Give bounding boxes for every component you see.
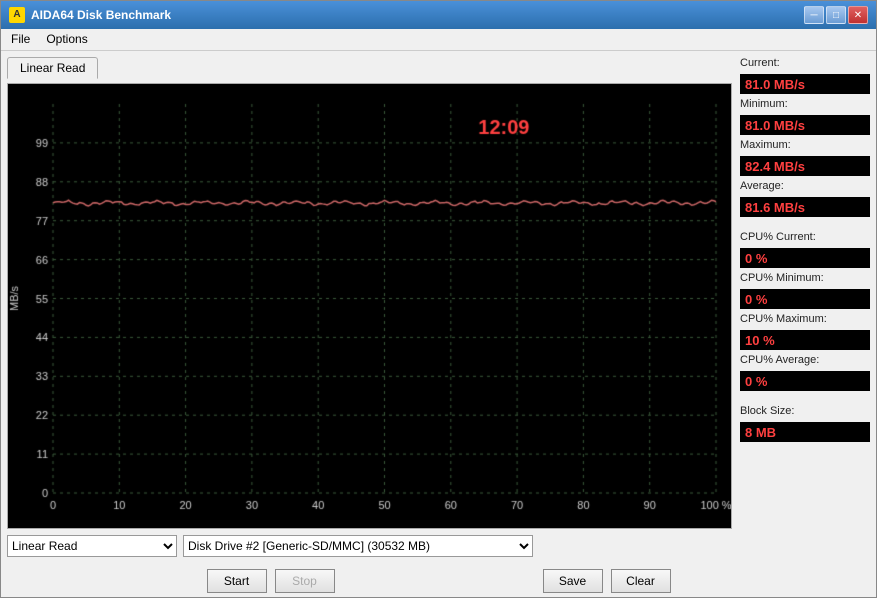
block-size-label: Block Size: bbox=[740, 405, 870, 417]
clear-button[interactable]: Clear bbox=[611, 569, 671, 593]
tab-linear-read[interactable]: Linear Read bbox=[7, 57, 98, 79]
cpu-average-value: 0 % bbox=[740, 371, 870, 391]
start-button[interactable]: Start bbox=[207, 569, 267, 593]
cpu-maximum-value: 10 % bbox=[740, 330, 870, 350]
average-label: Average: bbox=[740, 180, 870, 192]
left-panel: Linear Read Linear Read Disk Drive #2 [G… bbox=[7, 57, 732, 559]
cpu-minimum-label: CPU% Minimum: bbox=[740, 272, 870, 284]
mode-select[interactable]: Linear Read bbox=[7, 535, 177, 557]
minimize-button[interactable]: ─ bbox=[804, 6, 824, 24]
maximum-value: 82.4 MB/s bbox=[740, 156, 870, 176]
bottom-buttons: Start Stop Save Clear bbox=[1, 565, 876, 597]
tab-bar: Linear Read bbox=[7, 57, 732, 79]
bottom-controls: Linear Read Disk Drive #2 [Generic-SD/MM… bbox=[7, 533, 732, 559]
cpu-minimum-value: 0 % bbox=[740, 289, 870, 309]
stop-button[interactable]: Stop bbox=[275, 569, 335, 593]
average-value: 81.6 MB/s bbox=[740, 197, 870, 217]
block-size-value: 8 MB bbox=[740, 422, 870, 442]
save-button[interactable]: Save bbox=[543, 569, 603, 593]
current-label: Current: bbox=[740, 57, 870, 69]
minimum-value: 81.0 MB/s bbox=[740, 115, 870, 135]
close-button[interactable]: ✕ bbox=[848, 6, 868, 24]
main-content: Linear Read Linear Read Disk Drive #2 [G… bbox=[1, 51, 876, 565]
cpu-current-label: CPU% Current: bbox=[740, 231, 870, 243]
maximize-button[interactable]: □ bbox=[826, 6, 846, 24]
drive-select[interactable]: Disk Drive #2 [Generic-SD/MMC] (30532 MB… bbox=[183, 535, 533, 557]
title-bar: A AIDA64 Disk Benchmark ─ □ ✕ bbox=[1, 1, 876, 29]
maximum-label: Maximum: bbox=[740, 139, 870, 151]
right-panel: Current: 81.0 MB/s Minimum: 81.0 MB/s Ma… bbox=[740, 57, 870, 559]
chart-container bbox=[7, 83, 732, 529]
main-window: A AIDA64 Disk Benchmark ─ □ ✕ File Optio… bbox=[0, 0, 877, 598]
menu-options[interactable]: Options bbox=[40, 31, 93, 48]
window-title: AIDA64 Disk Benchmark bbox=[31, 8, 171, 22]
window-controls: ─ □ ✕ bbox=[804, 6, 868, 24]
cpu-average-label: CPU% Average: bbox=[740, 354, 870, 366]
benchmark-chart bbox=[8, 84, 731, 528]
menu-file[interactable]: File bbox=[5, 31, 36, 48]
cpu-maximum-label: CPU% Maximum: bbox=[740, 313, 870, 325]
current-value: 81.0 MB/s bbox=[740, 74, 870, 94]
minimum-label: Minimum: bbox=[740, 98, 870, 110]
app-icon: A bbox=[9, 7, 25, 23]
menu-bar: File Options bbox=[1, 29, 876, 51]
cpu-current-value: 0 % bbox=[740, 248, 870, 268]
